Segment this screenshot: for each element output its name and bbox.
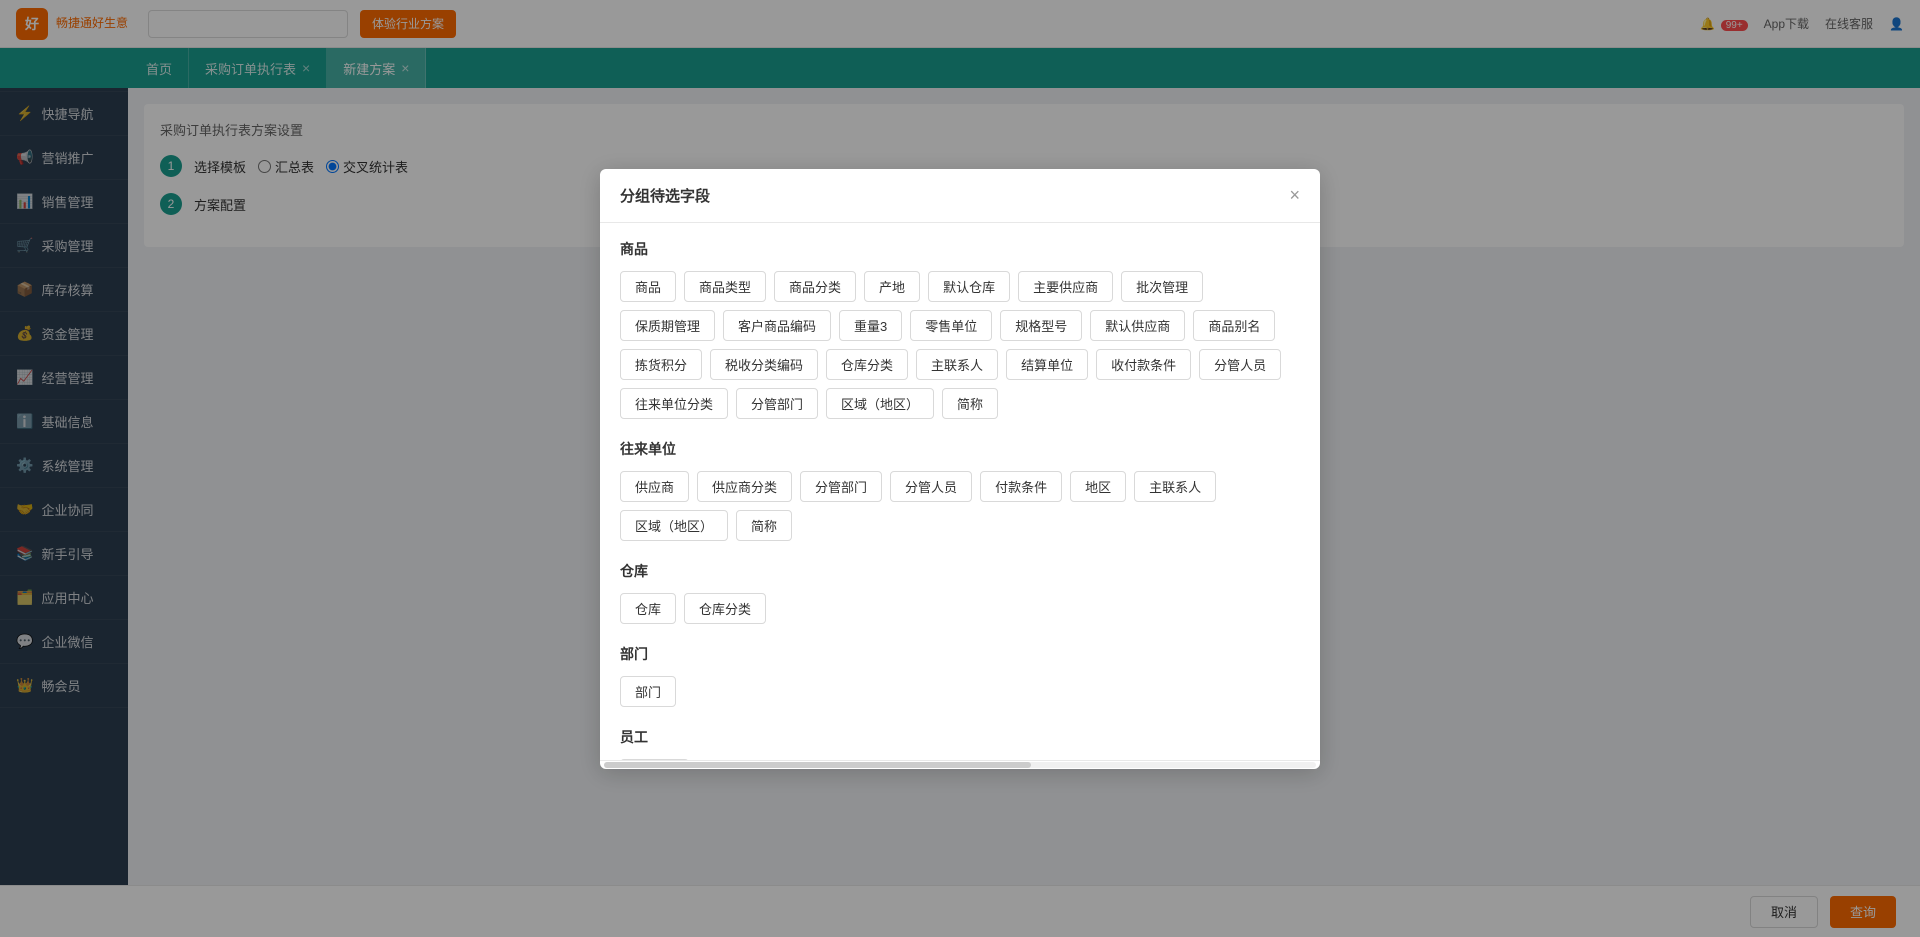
tag-district[interactable]: 地区 — [1070, 471, 1126, 502]
section-warehouse-title: 仓库 — [620, 561, 1300, 581]
tag-default-supplier[interactable]: 默认供应商 — [1090, 310, 1185, 341]
tag-responsible[interactable]: 分管人员 — [1199, 349, 1281, 380]
modal-overlay: 分组待选字段 × 商品 商品 商品类型 商品分类 产地 默认仓库 主要供应商 批… — [0, 0, 1920, 937]
tag-goods-category[interactable]: 商品分类 — [774, 271, 856, 302]
tag-payment-cond[interactable]: 付款条件 — [980, 471, 1062, 502]
section-partner-title: 往来单位 — [620, 439, 1300, 459]
tag-weight[interactable]: 重量3 — [839, 310, 902, 341]
tag-goods-alias[interactable]: 商品别名 — [1193, 310, 1275, 341]
tag-tax-code[interactable]: 税收分类编码 — [710, 349, 818, 380]
partner-tags: 供应商 供应商分类 分管部门 分管人员 付款条件 地区 主联系人 区域（地区） … — [620, 471, 1300, 541]
tag-partner-person[interactable]: 分管人员 — [890, 471, 972, 502]
modal-title: 分组待选字段 — [620, 185, 710, 206]
section-dept: 部门 部门 — [620, 644, 1300, 707]
horizontal-scrollbar[interactable] — [600, 760, 1320, 769]
modal-close-button[interactable]: × — [1289, 185, 1300, 206]
section-goods-title: 商品 — [620, 239, 1300, 259]
tag-spec-model[interactable]: 规格型号 — [1000, 310, 1082, 341]
tag-supplier-cat[interactable]: 供应商分类 — [697, 471, 792, 502]
tag-customer-code[interactable]: 客户商品编码 — [723, 310, 831, 341]
tag-shelf-life[interactable]: 保质期管理 — [620, 310, 715, 341]
section-warehouse: 仓库 仓库 仓库分类 — [620, 561, 1300, 624]
tag-warehouse[interactable]: 仓库 — [620, 593, 676, 624]
tag-warehouse-cat2[interactable]: 仓库分类 — [684, 593, 766, 624]
tag-abbr[interactable]: 简称 — [942, 388, 998, 419]
tag-batch-mgmt[interactable]: 批次管理 — [1121, 271, 1203, 302]
section-dept-title: 部门 — [620, 644, 1300, 664]
tag-pick-points[interactable]: 拣货积分 — [620, 349, 702, 380]
modal-header: 分组待选字段 × — [600, 169, 1320, 223]
tag-retail-unit[interactable]: 零售单位 — [910, 310, 992, 341]
tag-partner-dept[interactable]: 分管部门 — [800, 471, 882, 502]
warehouse-tags: 仓库 仓库分类 — [620, 593, 1300, 624]
tag-partner-contact[interactable]: 主联系人 — [1134, 471, 1216, 502]
tag-partner-abbr[interactable]: 简称 — [736, 510, 792, 541]
tag-goods[interactable]: 商品 — [620, 271, 676, 302]
tag-default-warehouse[interactable]: 默认仓库 — [928, 271, 1010, 302]
tag-main-supplier[interactable]: 主要供应商 — [1018, 271, 1113, 302]
dept-tags: 部门 — [620, 676, 1300, 707]
section-partner: 往来单位 供应商 供应商分类 分管部门 分管人员 付款条件 地区 主联系人 区域… — [620, 439, 1300, 541]
tag-main-contact[interactable]: 主联系人 — [916, 349, 998, 380]
tag-settlement-unit[interactable]: 结算单位 — [1006, 349, 1088, 380]
goods-tags: 商品 商品类型 商品分类 产地 默认仓库 主要供应商 批次管理 保质期管理 客户… — [620, 271, 1300, 419]
tag-supplier[interactable]: 供应商 — [620, 471, 689, 502]
tag-dept[interactable]: 分管部门 — [736, 388, 818, 419]
tag-goods-type[interactable]: 商品类型 — [684, 271, 766, 302]
modal-body: 商品 商品 商品类型 商品分类 产地 默认仓库 主要供应商 批次管理 保质期管理… — [600, 223, 1320, 760]
tag-partner-cat[interactable]: 往来单位分类 — [620, 388, 728, 419]
section-employee: 员工 业务员 — [620, 727, 1300, 760]
section-goods: 商品 商品 商品类型 商品分类 产地 默认仓库 主要供应商 批次管理 保质期管理… — [620, 239, 1300, 419]
tag-partner-region[interactable]: 区域（地区） — [620, 510, 728, 541]
field-select-modal: 分组待选字段 × 商品 商品 商品类型 商品分类 产地 默认仓库 主要供应商 批… — [600, 169, 1320, 769]
tag-origin[interactable]: 产地 — [864, 271, 920, 302]
tag-payment-terms[interactable]: 收付款条件 — [1096, 349, 1191, 380]
section-employee-title: 员工 — [620, 727, 1300, 747]
tag-department[interactable]: 部门 — [620, 676, 676, 707]
tag-warehouse-cat[interactable]: 仓库分类 — [826, 349, 908, 380]
tag-region[interactable]: 区域（地区） — [826, 388, 934, 419]
